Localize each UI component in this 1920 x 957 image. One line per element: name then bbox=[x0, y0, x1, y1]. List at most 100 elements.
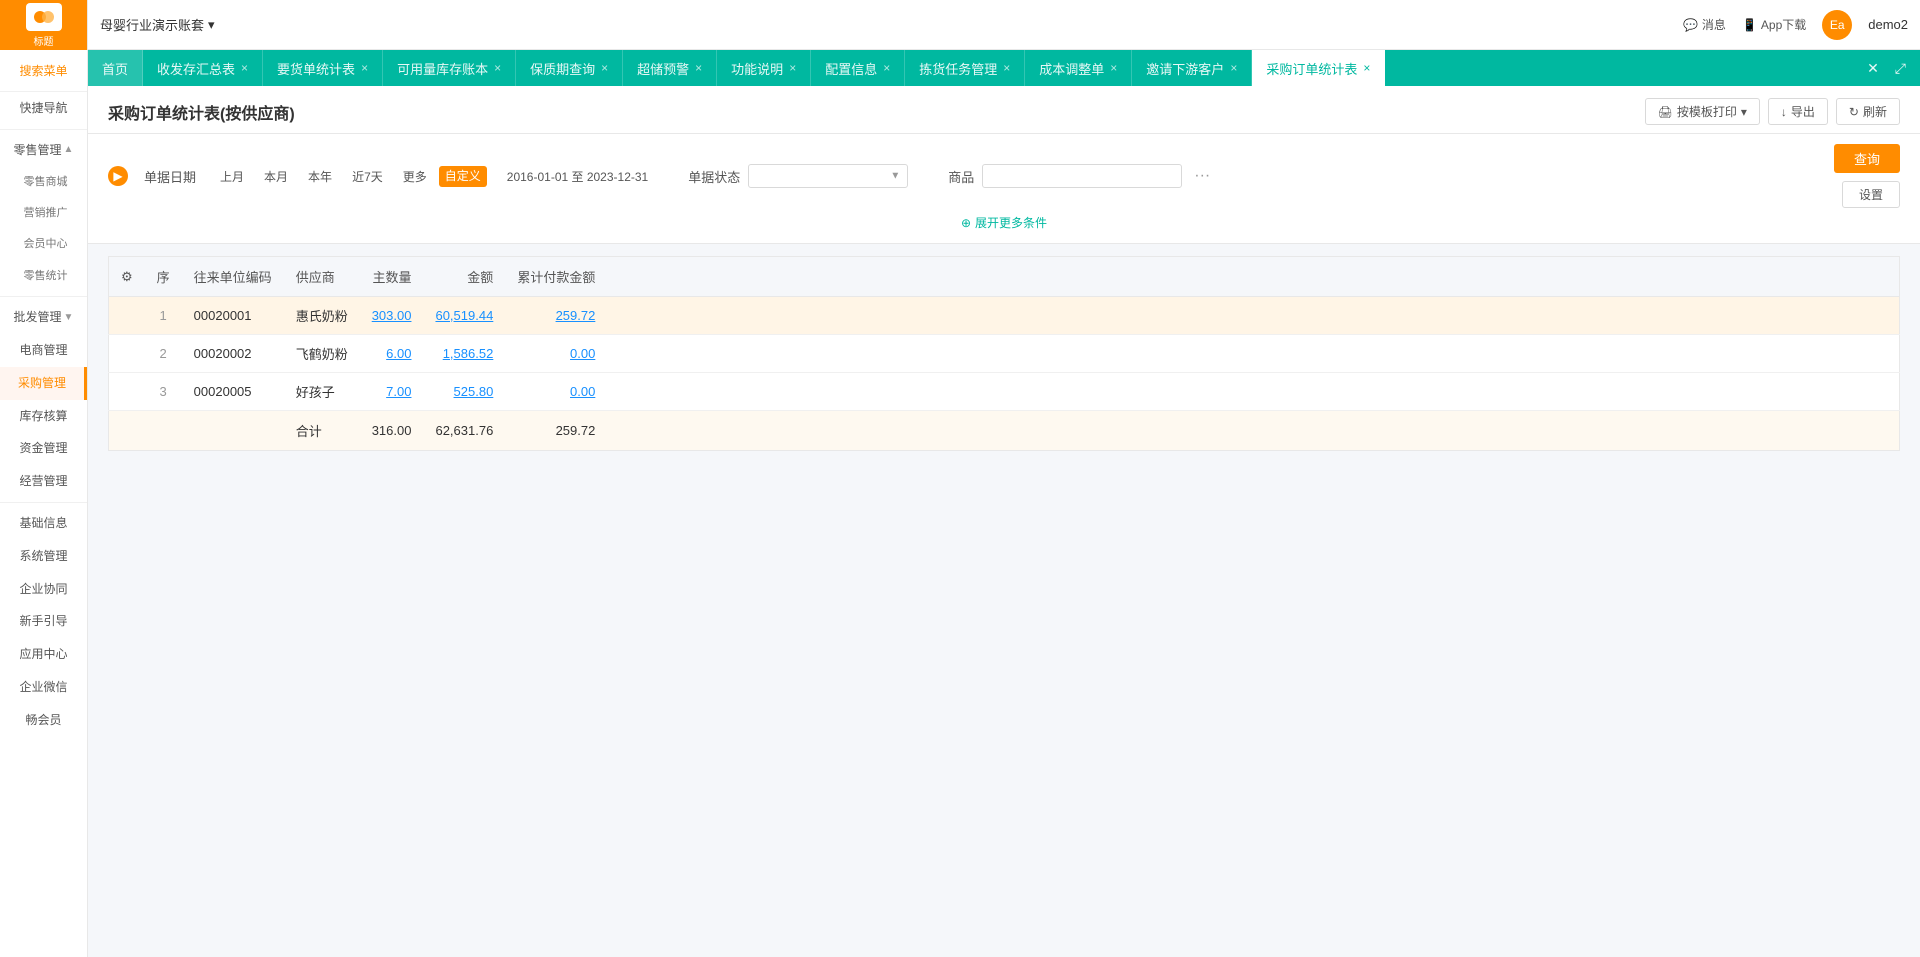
tab-baozhi-close[interactable]: × bbox=[601, 61, 608, 75]
sidebar-item-finance[interactable]: 资金管理 bbox=[0, 432, 87, 465]
username-label[interactable]: demo2 bbox=[1868, 17, 1908, 32]
row-3-quantity[interactable]: 7.00 bbox=[360, 373, 424, 411]
tab-chengben-close[interactable]: × bbox=[1110, 61, 1117, 75]
settings-button[interactable]: 设置 bbox=[1842, 181, 1900, 208]
export-button[interactable]: ↓ 导出 bbox=[1768, 98, 1828, 125]
chevron-down-icon-wholesale: ▼ bbox=[64, 311, 74, 325]
row-1-check bbox=[109, 297, 145, 335]
data-table: ⚙ 序 往来单位编码 供应商 主数量 金额 累计付款金额 1 bbox=[108, 256, 1900, 451]
table-row[interactable]: 2 00020002 飞鹤奶粉 6.00 1,586.52 0.00 bbox=[109, 335, 1900, 373]
main-area: 母婴行业演示账套 ▾ 💬 消息 📱 App下载 Ea demo2 首页 收发存汇… bbox=[88, 0, 1920, 957]
sidebar-item-marketing[interactable]: 营销推广 bbox=[0, 198, 87, 229]
status-select-wrap bbox=[748, 164, 908, 188]
row-2-supplier: 飞鹤奶粉 bbox=[284, 335, 360, 373]
column-settings-icon[interactable]: ⚙ bbox=[121, 269, 133, 284]
supplier-column-header: 供应商 bbox=[284, 257, 360, 297]
sidebar-item-retail[interactable]: 零售管理 ▲ bbox=[0, 134, 87, 167]
table-header: ⚙ 序 往来单位编码 供应商 主数量 金额 累计付款金额 bbox=[109, 257, 1900, 297]
sidebar-item-wholesale[interactable]: 批发管理 ▼ bbox=[0, 301, 87, 334]
sidebar-divider-1 bbox=[0, 129, 87, 130]
last-7-days-button[interactable]: 近7天 bbox=[344, 166, 391, 187]
tab-peizhi-close[interactable]: × bbox=[883, 61, 890, 75]
message-button[interactable]: 💬 消息 bbox=[1683, 16, 1726, 33]
sidebar-item-enterprise[interactable]: 企业协同 bbox=[0, 573, 87, 606]
settings-column-header[interactable]: ⚙ bbox=[109, 257, 145, 297]
sidebar-item-quick-nav[interactable]: 快捷导航 bbox=[0, 92, 87, 125]
this-month-button[interactable]: 本月 bbox=[256, 166, 296, 187]
tab-shoufacun[interactable]: 收发存汇总表 × bbox=[143, 50, 263, 86]
tab-yaohuo[interactable]: 要货单统计表 × bbox=[263, 50, 383, 86]
row-1-paid[interactable]: 259.72 bbox=[505, 297, 607, 335]
tab-yaoqing-close[interactable]: × bbox=[1230, 61, 1237, 75]
row-2-no: 2 bbox=[145, 335, 182, 373]
tab-shoufacun-close[interactable]: × bbox=[241, 61, 248, 75]
status-select[interactable] bbox=[748, 164, 908, 188]
tab-home[interactable]: 首页 bbox=[88, 50, 143, 86]
sidebar-item-newbie[interactable]: 新手引导 bbox=[0, 605, 87, 638]
row-3-check bbox=[109, 373, 145, 411]
status-filter-label: 单据状态 bbox=[688, 167, 740, 186]
tab-chaochun[interactable]: 超储预警 × bbox=[623, 50, 717, 86]
company-selector[interactable]: 母婴行业演示账套 ▾ bbox=[100, 15, 215, 34]
sidebar-item-member[interactable]: 会员中心 bbox=[0, 229, 87, 260]
goods-filter-more-icon[interactable]: ··· bbox=[1194, 167, 1210, 185]
row-1-quantity[interactable]: 303.00 bbox=[360, 297, 424, 335]
maximize-button[interactable]: ⤢ bbox=[1889, 60, 1912, 77]
footer-empty-2 bbox=[145, 411, 182, 451]
sidebar-item-wechat[interactable]: 企业微信 bbox=[0, 671, 87, 704]
row-2-paid[interactable]: 0.00 bbox=[505, 335, 607, 373]
sidebar-item-ecommerce[interactable]: 电商管理 bbox=[0, 334, 87, 367]
tab-yaohuo-close[interactable]: × bbox=[361, 61, 368, 75]
filter-toggle-button[interactable]: ▶ bbox=[108, 166, 128, 186]
row-2-unit-code: 00020002 bbox=[182, 335, 284, 373]
expand-more-conditions-button[interactable]: ⊕ 展开更多条件 bbox=[961, 214, 1047, 231]
tab-caigou-close[interactable]: × bbox=[1363, 61, 1370, 75]
sidebar-logo[interactable]: 标题 bbox=[0, 0, 87, 50]
sidebar-item-vip[interactable]: 畅会员 bbox=[0, 704, 87, 737]
row-1-supplier: 惠氏奶粉 bbox=[284, 297, 360, 335]
sidebar-item-purchase[interactable]: 采购管理 bbox=[0, 367, 87, 400]
last-month-button[interactable]: 上月 bbox=[212, 166, 252, 187]
tab-baozhi[interactable]: 保质期查询 × bbox=[516, 50, 623, 86]
goods-filter-input[interactable] bbox=[982, 164, 1182, 188]
print-button[interactable]: 🖨 按模板打印 ▾ bbox=[1645, 98, 1760, 125]
query-button[interactable]: 查询 bbox=[1834, 144, 1900, 173]
tab-caigou[interactable]: 采购订单统计表 × bbox=[1252, 50, 1385, 86]
search-menu-button[interactable]: 搜索菜单 bbox=[6, 58, 81, 83]
sidebar-item-app-center[interactable]: 应用中心 bbox=[0, 638, 87, 671]
sidebar-item-operations[interactable]: 经营管理 bbox=[0, 465, 87, 498]
tab-chaochun-close[interactable]: × bbox=[695, 61, 702, 75]
table-row[interactable]: 1 00020001 惠氏奶粉 303.00 60,519.44 259.72 bbox=[109, 297, 1900, 335]
tab-keyong-close[interactable]: × bbox=[494, 61, 501, 75]
this-year-button[interactable]: 本年 bbox=[300, 166, 340, 187]
tab-shoufacun-label: 收发存汇总表 bbox=[157, 59, 235, 78]
export-icon: ↓ bbox=[1781, 105, 1787, 119]
row-3-paid[interactable]: 0.00 bbox=[505, 373, 607, 411]
page-title: 采购订单统计表(按供应商) bbox=[108, 100, 295, 124]
more-date-button[interactable]: 更多 bbox=[395, 166, 435, 187]
sidebar-item-retail-stats[interactable]: 零售统计 bbox=[0, 261, 87, 292]
sidebar-item-inventory[interactable]: 库存核算 bbox=[0, 400, 87, 433]
tab-chengben[interactable]: 成本调整单 × bbox=[1025, 50, 1132, 86]
tab-gongneng[interactable]: 功能说明 × bbox=[717, 50, 811, 86]
tab-chengben-label: 成本调整单 bbox=[1039, 59, 1104, 78]
custom-date-tag[interactable]: 自定义 bbox=[439, 166, 487, 187]
tab-peizhi[interactable]: 配置信息 × bbox=[811, 50, 905, 86]
app-download-button[interactable]: 📱 App下载 bbox=[1742, 16, 1806, 33]
refresh-button[interactable]: ↻ 刷新 bbox=[1836, 98, 1900, 125]
row-1-amount[interactable]: 60,519.44 bbox=[423, 297, 505, 335]
tab-gongneng-close[interactable]: × bbox=[789, 61, 796, 75]
avatar[interactable]: Ea bbox=[1822, 10, 1852, 40]
row-2-amount[interactable]: 1,586.52 bbox=[423, 335, 505, 373]
tab-keyong[interactable]: 可用量库存账本 × bbox=[383, 50, 516, 86]
table-row[interactable]: 3 00020005 好孩子 7.00 525.80 0.00 bbox=[109, 373, 1900, 411]
close-all-tabs-button[interactable]: ✕ bbox=[1861, 60, 1885, 77]
sidebar-item-system[interactable]: 系统管理 bbox=[0, 540, 87, 573]
tab-pihuo-close[interactable]: × bbox=[1003, 61, 1010, 75]
sidebar-item-basic[interactable]: 基础信息 bbox=[0, 507, 87, 540]
tab-yaoqing[interactable]: 邀请下游客户 × bbox=[1132, 50, 1252, 86]
tab-pihuo[interactable]: 拣货任务管理 × bbox=[905, 50, 1025, 86]
sidebar-item-retail-mall[interactable]: 零售商城 bbox=[0, 167, 87, 198]
row-2-quantity[interactable]: 6.00 bbox=[360, 335, 424, 373]
row-3-amount[interactable]: 525.80 bbox=[423, 373, 505, 411]
